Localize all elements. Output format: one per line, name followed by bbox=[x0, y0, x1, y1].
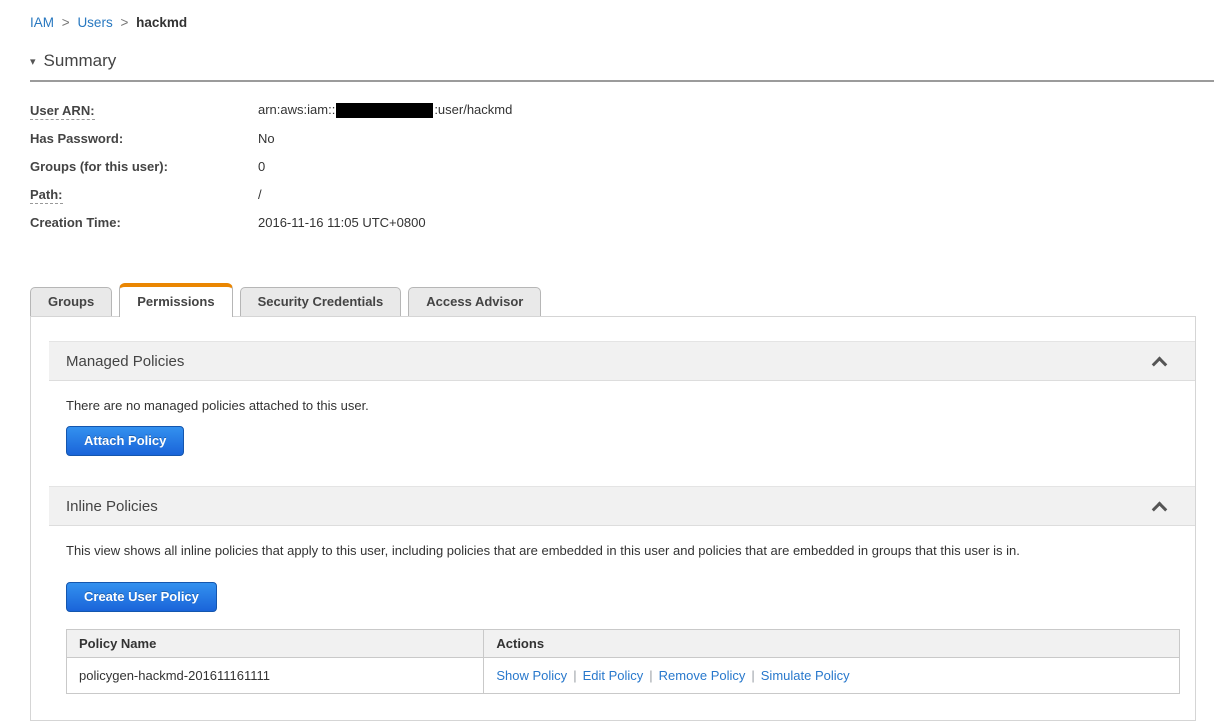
field-row-path: Path: / bbox=[30, 180, 1214, 208]
breadcrumb: IAM > Users > hackmd bbox=[0, 0, 1214, 30]
managed-policies-body: There are no managed policies attached t… bbox=[31, 381, 1195, 486]
chevron-up-icon[interactable] bbox=[1151, 501, 1168, 517]
inline-policies-body: This view shows all inline policies that… bbox=[31, 526, 1195, 694]
simulate-policy-link[interactable]: Simulate Policy bbox=[761, 668, 850, 683]
user-arn-value: arn:aws:iam:::user/hackmd bbox=[258, 101, 513, 119]
breadcrumb-separator: > bbox=[61, 15, 70, 30]
field-row-groups: Groups (for this user): 0 bbox=[30, 152, 1214, 180]
chevron-up-icon[interactable] bbox=[1151, 356, 1168, 372]
path-value: / bbox=[258, 186, 262, 202]
managed-policies-header[interactable]: Managed Policies bbox=[49, 341, 1195, 381]
tab-groups[interactable]: Groups bbox=[30, 287, 113, 316]
action-separator: | bbox=[751, 668, 755, 683]
column-header-policy-name: Policy Name bbox=[65, 629, 485, 658]
edit-policy-link[interactable]: Edit Policy bbox=[583, 668, 644, 683]
creation-time-value: 2016-11-16 11:05 UTC+0800 bbox=[258, 214, 426, 230]
redacted-account-id bbox=[336, 103, 434, 119]
caret-down-icon[interactable]: ▾ bbox=[30, 55, 36, 68]
tab-permissions[interactable]: Permissions bbox=[119, 283, 233, 317]
action-separator: | bbox=[573, 668, 577, 683]
policy-name-cell: policygen-hackmd-201611161111 bbox=[65, 657, 485, 694]
inline-policies-header[interactable]: Inline Policies bbox=[49, 486, 1195, 526]
permissions-tab-panel: Managed Policies There are no managed po… bbox=[30, 316, 1196, 721]
groups-count-value: 0 bbox=[258, 158, 266, 174]
show-policy-link[interactable]: Show Policy bbox=[496, 668, 567, 683]
breadcrumb-link-users[interactable]: Users bbox=[77, 15, 112, 30]
summary-fields: User ARN: arn:aws:iam:::user/hackmd Has … bbox=[30, 96, 1214, 236]
breadcrumb-current-user: hackmd bbox=[136, 15, 188, 30]
field-label: Path: bbox=[30, 186, 63, 204]
policy-actions-cell: Show Policy | Edit Policy | Remove Policy | Si… bbox=[483, 657, 1180, 694]
field-row-creation-time: Creation Time: 2016-11-16 11:05 UTC+0800 bbox=[30, 208, 1214, 236]
breadcrumb-separator: > bbox=[120, 15, 129, 30]
inline-policies-title: Inline Policies bbox=[66, 497, 158, 515]
breadcrumb-link-iam[interactable]: IAM bbox=[30, 15, 54, 30]
tab-access-advisor[interactable]: Access Advisor bbox=[408, 287, 542, 316]
managed-policies-empty-text: There are no managed policies attached t… bbox=[66, 398, 369, 413]
summary-title: Summary bbox=[43, 51, 117, 70]
inline-policies-description: This view shows all inline policies that… bbox=[66, 543, 1020, 558]
tab-security-credentials[interactable]: Security Credentials bbox=[239, 287, 402, 316]
tab-bar: Groups Permissions Security Credentials … bbox=[30, 283, 1214, 317]
column-header-actions: Actions bbox=[483, 629, 1180, 658]
table-row: policygen-hackmd-201611161111 Show Polic… bbox=[65, 657, 1180, 694]
field-label: Has Password: bbox=[30, 130, 124, 146]
field-label: User ARN: bbox=[30, 102, 95, 120]
inline-policies-table: Policy Name Actions policygen-hackmd-201… bbox=[65, 629, 1180, 694]
summary-divider bbox=[30, 80, 1214, 82]
managed-policies-title: Managed Policies bbox=[66, 352, 185, 370]
has-password-value: No bbox=[258, 130, 275, 146]
field-row-has-password: Has Password: No bbox=[30, 124, 1214, 152]
field-label: Creation Time: bbox=[30, 214, 121, 230]
field-label: Groups (for this user): bbox=[30, 158, 168, 174]
table-header-row: Policy Name Actions bbox=[65, 629, 1180, 658]
attach-policy-button[interactable]: Attach Policy bbox=[66, 426, 185, 456]
summary-section-header[interactable]: ▾ Summary bbox=[30, 51, 1214, 71]
field-row-user-arn: User ARN: arn:aws:iam:::user/hackmd bbox=[30, 96, 1214, 124]
action-separator: | bbox=[649, 668, 653, 683]
create-user-policy-button[interactable]: Create User Policy bbox=[66, 582, 217, 612]
remove-policy-link[interactable]: Remove Policy bbox=[659, 668, 746, 683]
